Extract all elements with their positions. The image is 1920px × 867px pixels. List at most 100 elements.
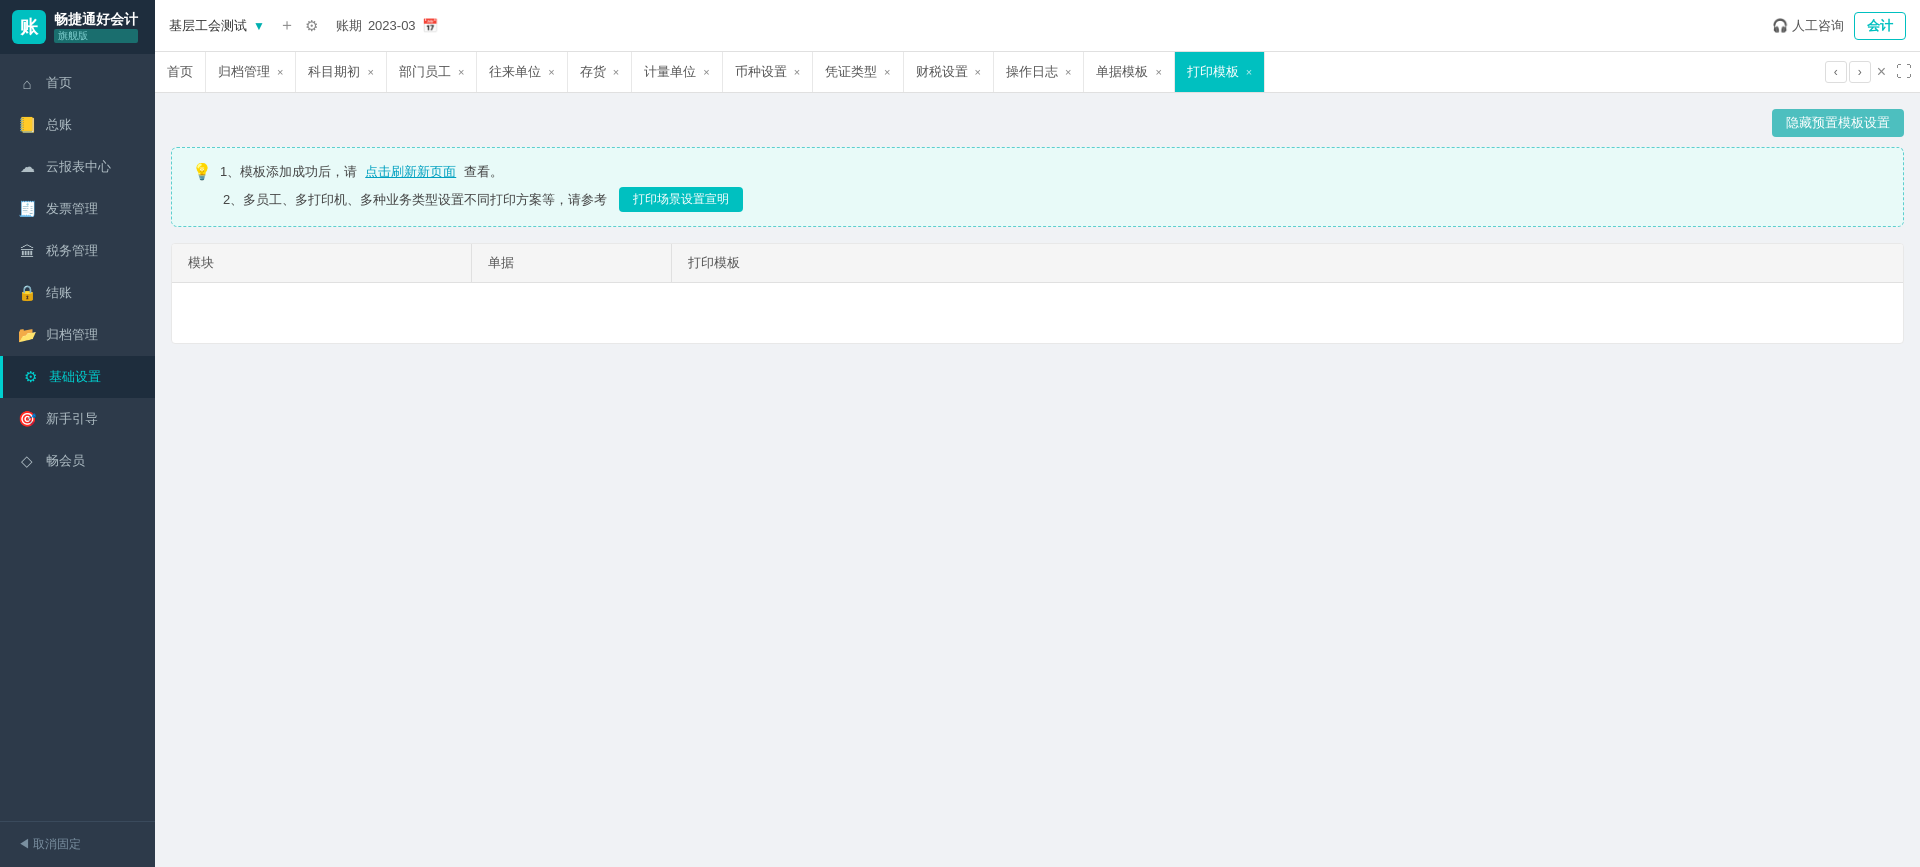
- tab-unit-close[interactable]: ×: [703, 66, 709, 78]
- main-area: 基层工会测试 ▼ ＋ ⚙ 账期 2023-03 📅 🎧 人工咨询 会计 首页 归…: [155, 0, 1920, 867]
- sidebar-item-home[interactable]: ⌂ 首页: [0, 62, 155, 104]
- tab-print-template[interactable]: 打印模板 ×: [1175, 52, 1265, 92]
- sidebar-item-close[interactable]: 🔒 结账: [0, 272, 155, 314]
- tab-voucher-type-label: 凭证类型: [825, 63, 877, 81]
- home-icon: ⌂: [18, 75, 36, 92]
- sidebar-item-label-ledger: 总账: [46, 116, 72, 134]
- tab-currency[interactable]: 币种设置 ×: [723, 52, 813, 92]
- notice-text-1-prefix: 1、模板添加成功后，请: [220, 163, 357, 181]
- tab-supplier-close[interactable]: ×: [548, 66, 554, 78]
- sidebar-item-label-tax: 税务管理: [46, 242, 98, 260]
- col-print-template: 打印模板: [672, 244, 1903, 282]
- tab-stock[interactable]: 存货 ×: [568, 52, 632, 92]
- close-account-icon: 🔒: [18, 284, 36, 302]
- content-header: 隐藏预置模板设置: [171, 109, 1904, 137]
- tab-archive-close[interactable]: ×: [277, 66, 283, 78]
- print-template-table: 模块 单据 打印模板: [171, 243, 1904, 344]
- tab-subject-close[interactable]: ×: [367, 66, 373, 78]
- bulb-icon: 💡: [192, 162, 212, 181]
- logo-text: 畅捷通好会计 旗舰版: [54, 11, 138, 44]
- tabbar: 首页 归档管理 × 科目期初 × 部门员工 × 往来单位 × 存货 × 计量单位…: [155, 52, 1920, 93]
- tab-single-template-close[interactable]: ×: [1155, 66, 1161, 78]
- tab-department-label: 部门员工: [399, 63, 451, 81]
- sidebar-item-label-guide: 新手引导: [46, 410, 98, 428]
- archive-icon: 📂: [18, 326, 36, 344]
- app-edition: 旗舰版: [54, 29, 138, 43]
- sidebar-item-archive[interactable]: 📂 归档管理: [0, 314, 155, 356]
- account-button[interactable]: 会计: [1854, 12, 1906, 40]
- notice-line-2: 2、多员工、多打印机、多种业务类型设置不同打印方案等，请参考 打印场景设置宣明: [192, 187, 1883, 212]
- period-label: 账期: [336, 17, 362, 35]
- sidebar-nav: ⌂ 首页 📒 总账 ☁ 云报表中心 🧾 发票管理 🏛 税务管理 🔒 结账 📂 归…: [0, 54, 155, 821]
- notice-box: 💡 1、模板添加成功后，请 点击刷新新页面 查看。 2、多员工、多打印机、多种业…: [171, 147, 1904, 227]
- tab-home-label: 首页: [167, 63, 193, 81]
- notice-text-2-prefix: 2、多员工、多打印机、多种业务类型设置不同打印方案等，请参考: [223, 191, 607, 209]
- period-display: 账期 2023-03 📅: [336, 17, 438, 35]
- sidebar-item-guide[interactable]: 🎯 新手引导: [0, 398, 155, 440]
- project-dropdown-icon[interactable]: ▼: [253, 19, 265, 33]
- tab-currency-label: 币种设置: [735, 63, 787, 81]
- project-settings-icon[interactable]: ⚙: [305, 17, 318, 35]
- tabbar-controls: ‹ › × ⛶: [1821, 61, 1920, 83]
- tab-voucher-type[interactable]: 凭证类型 ×: [813, 52, 903, 92]
- close-all-tabs-button[interactable]: ×: [1873, 63, 1890, 81]
- tab-home[interactable]: 首页: [155, 52, 206, 92]
- hide-preview-button[interactable]: 隐藏预置模板设置: [1772, 109, 1904, 137]
- sidebar-item-tax[interactable]: 🏛 税务管理: [0, 230, 155, 272]
- tab-operation-log-close[interactable]: ×: [1065, 66, 1071, 78]
- tab-prev-button[interactable]: ‹: [1825, 61, 1847, 83]
- settings-icon: ⚙: [21, 368, 39, 386]
- tab-print-template-close[interactable]: ×: [1246, 66, 1252, 78]
- print-scene-button[interactable]: 打印场景设置宣明: [619, 187, 743, 212]
- add-project-button[interactable]: ＋: [279, 15, 295, 36]
- sidebar-item-ledger[interactable]: 📒 总账: [0, 104, 155, 146]
- app-title: 畅捷通好会计: [54, 11, 138, 28]
- tab-subject[interactable]: 科目期初 ×: [296, 52, 386, 92]
- tab-operation-log[interactable]: 操作日志 ×: [994, 52, 1084, 92]
- tab-next-button[interactable]: ›: [1849, 61, 1871, 83]
- tab-unit[interactable]: 计量单位 ×: [632, 52, 722, 92]
- expand-button[interactable]: ⛶: [1892, 63, 1916, 81]
- tab-department-close[interactable]: ×: [458, 66, 464, 78]
- table-body: [172, 283, 1903, 343]
- col-module: 模块: [172, 244, 472, 282]
- service-label: 人工咨询: [1792, 17, 1844, 35]
- tab-stock-close[interactable]: ×: [613, 66, 619, 78]
- unpin-button[interactable]: ◀ 取消固定: [0, 821, 155, 867]
- tab-subject-label: 科目期初: [308, 63, 360, 81]
- refresh-link[interactable]: 点击刷新新页面: [365, 163, 456, 181]
- tab-department[interactable]: 部门员工 ×: [387, 52, 477, 92]
- notice-line-1: 💡 1、模板添加成功后，请 点击刷新新页面 查看。: [192, 162, 1883, 181]
- sidebar-item-invoice[interactable]: 🧾 发票管理: [0, 188, 155, 230]
- sidebar-item-label-archive: 归档管理: [46, 326, 98, 344]
- calendar-icon[interactable]: 📅: [422, 18, 438, 33]
- sidebar-item-label-close: 结账: [46, 284, 72, 302]
- sidebar-item-vip[interactable]: ◇ 畅会员: [0, 440, 155, 482]
- cloud-icon: ☁: [18, 158, 36, 176]
- tab-supplier[interactable]: 往来单位 ×: [477, 52, 567, 92]
- tab-single-template-label: 单据模板: [1096, 63, 1148, 81]
- tab-unit-label: 计量单位: [644, 63, 696, 81]
- logo-icon: 账: [12, 10, 46, 44]
- sidebar-item-label-vip: 畅会员: [46, 452, 85, 470]
- tab-archive[interactable]: 归档管理 ×: [206, 52, 296, 92]
- vip-icon: ◇: [18, 452, 36, 470]
- tab-operation-log-label: 操作日志: [1006, 63, 1058, 81]
- tab-tax-settings-close[interactable]: ×: [975, 66, 981, 78]
- tab-single-template[interactable]: 单据模板 ×: [1084, 52, 1174, 92]
- topbar: 基层工会测试 ▼ ＋ ⚙ 账期 2023-03 📅 🎧 人工咨询 会计: [155, 0, 1920, 52]
- sidebar-item-settings[interactable]: ⚙ 基础设置: [0, 356, 155, 398]
- period-value: 2023-03: [368, 18, 416, 33]
- tab-voucher-type-close[interactable]: ×: [884, 66, 890, 78]
- tab-stock-label: 存货: [580, 63, 606, 81]
- tab-tax-settings[interactable]: 财税设置 ×: [904, 52, 994, 92]
- tab-currency-close[interactable]: ×: [794, 66, 800, 78]
- project-selector[interactable]: 基层工会测试 ▼: [169, 17, 265, 35]
- sidebar-item-reports[interactable]: ☁ 云报表中心: [0, 146, 155, 188]
- headset-icon: 🎧: [1772, 18, 1788, 33]
- customer-service-button[interactable]: 🎧 人工咨询: [1772, 17, 1844, 35]
- project-name: 基层工会测试: [169, 17, 247, 35]
- sidebar-item-label-settings: 基础设置: [49, 368, 101, 386]
- tab-archive-label: 归档管理: [218, 63, 270, 81]
- tab-tax-settings-label: 财税设置: [916, 63, 968, 81]
